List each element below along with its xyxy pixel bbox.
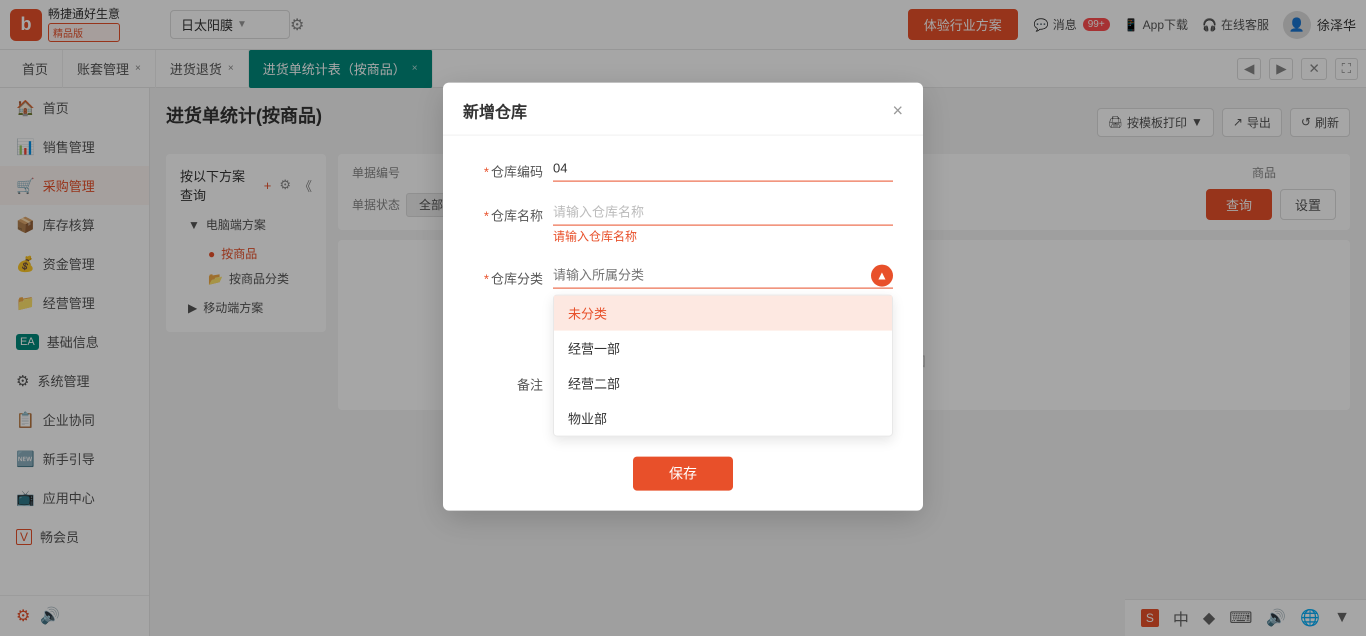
warehouse-name-input[interactable] [553, 200, 893, 226]
note-label: 备注 [473, 369, 543, 394]
warehouse-code-input[interactable] [553, 156, 893, 182]
dialog-title: 新增仓库 [463, 99, 527, 123]
dropdown-item-uncategorized[interactable]: 未分类 [554, 296, 892, 331]
dropdown-toggle-button[interactable]: ▲ [871, 265, 893, 287]
dropdown-item-property[interactable]: 物业部 [554, 401, 892, 436]
dialog-close-button[interactable]: × [892, 100, 903, 121]
dropdown-item-dept1[interactable]: 经营一部 [554, 331, 892, 366]
dialog-header: 新增仓库 × [443, 83, 923, 136]
dialog-footer: 保存 [443, 447, 923, 491]
warehouse-code-label: 仓库编码 [473, 156, 543, 181]
form-row-code: 仓库编码 [473, 156, 893, 182]
save-button[interactable]: 保存 [633, 457, 733, 491]
warehouse-cat-label: 仓库分类 [473, 263, 543, 288]
warehouse-cat-dropdown: 未分类 经营一部 经营二部 物业部 [553, 295, 893, 437]
dialog-body: 仓库编码 仓库名称 请输入仓库名称 仓库分类 ▲ 未分类 经营一 [443, 136, 923, 447]
new-warehouse-dialog: 新增仓库 × 仓库编码 仓库名称 请输入仓库名称 仓库分类 ▲ [443, 83, 923, 511]
form-row-name: 仓库名称 请输入仓库名称 [473, 200, 893, 245]
warehouse-name-error: 请输入仓库名称 [553, 228, 893, 245]
dropdown-item-dept2[interactable]: 经营二部 [554, 366, 892, 401]
form-row-category: 仓库分类 ▲ 未分类 经营一部 经营二部 物业部 [473, 263, 893, 289]
warehouse-cat-input[interactable] [553, 263, 893, 289]
warehouse-cat-wrap: ▲ 未分类 经营一部 经营二部 物业部 [553, 263, 893, 289]
warehouse-name-label: 仓库名称 [473, 200, 543, 225]
